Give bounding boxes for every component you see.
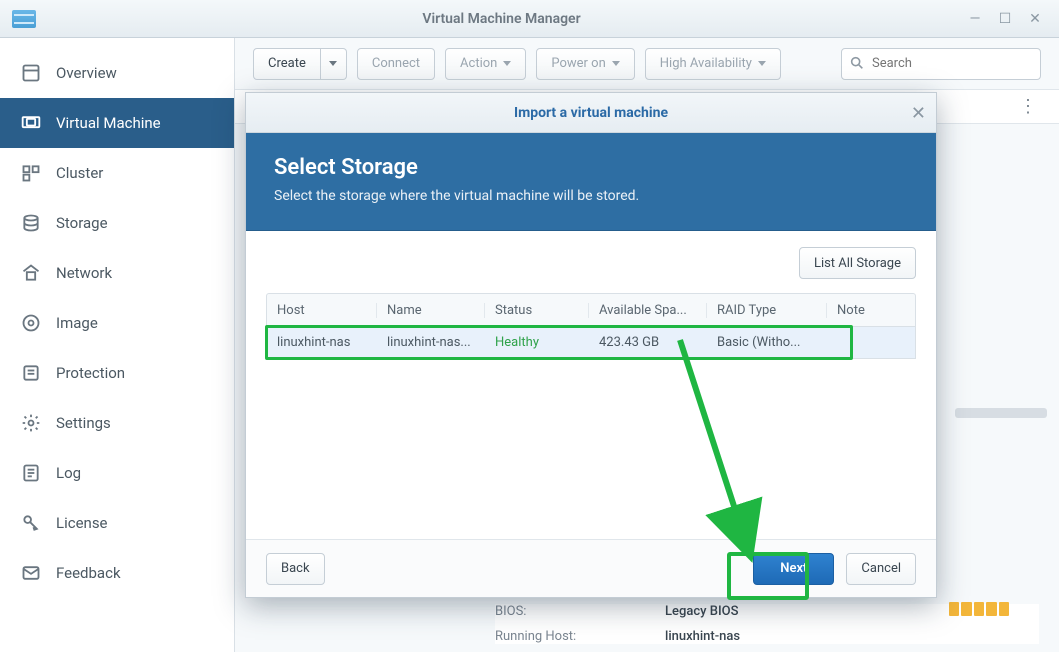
app-icon — [12, 10, 36, 28]
sidebar-item-label: Log — [56, 464, 81, 482]
create-dropdown-toggle[interactable] — [321, 48, 347, 80]
column-status[interactable]: Status — [485, 303, 589, 318]
chevron-down-icon — [612, 61, 620, 66]
modal-body: List All Storage Host Name Status Availa… — [246, 231, 936, 539]
vm-icon — [20, 112, 42, 134]
connect-button[interactable]: Connect — [357, 48, 435, 80]
next-button[interactable]: Next — [753, 553, 834, 585]
image-icon — [20, 312, 42, 334]
cell-raid: Basic (Witho... — [707, 335, 827, 350]
sidebar-item-protection[interactable]: Protection — [0, 348, 234, 398]
sidebar-item-feedback[interactable]: Feedback — [0, 548, 234, 598]
running-host-value: linuxhint-nas — [665, 629, 740, 644]
window-titlebar: Virtual Machine Manager — ☐ ✕ — [0, 0, 1059, 38]
action-label: Action — [460, 56, 497, 71]
cell-available: 423.43 GB — [589, 335, 707, 350]
log-icon — [20, 462, 42, 484]
storage-table-header: Host Name Status Available Spa... RAID T… — [266, 293, 916, 327]
cell-status: Healthy — [485, 335, 589, 350]
sidebar-item-overview[interactable]: Overview — [0, 48, 234, 98]
storage-icon — [20, 212, 42, 234]
create-button[interactable]: Create — [253, 48, 321, 80]
sidebar-item-label: Storage — [56, 214, 108, 232]
cancel-button[interactable]: Cancel — [846, 553, 916, 585]
bios-label: BIOS: — [495, 604, 665, 619]
high-availability-button[interactable]: High Availability — [645, 48, 781, 80]
back-button[interactable]: Back — [266, 553, 325, 585]
column-available[interactable]: Available Spa... — [589, 303, 707, 318]
sidebar-item-label: Cluster — [56, 164, 103, 182]
sidebar-item-settings[interactable]: Settings — [0, 398, 234, 448]
search-icon — [849, 55, 865, 75]
modal-banner: Select Storage Select the storage where … — [246, 133, 936, 231]
sidebar-item-image[interactable]: Image — [0, 298, 234, 348]
cluster-icon — [20, 162, 42, 184]
running-host-label: Running Host: — [495, 629, 665, 644]
create-button-group: Create — [253, 48, 347, 80]
network-icon — [20, 262, 42, 284]
sidebar-item-label: License — [56, 514, 108, 532]
import-vm-modal: Import a virtual machine ✕ Select Storag… — [245, 92, 937, 598]
sidebar-item-label: Overview — [56, 64, 117, 82]
close-icon[interactable]: ✕ — [911, 103, 926, 124]
detail-panel: BIOS: Legacy BIOS Running Host: linuxhin… — [495, 604, 1039, 644]
sidebar-item-label: Image — [56, 314, 98, 332]
protection-icon — [20, 362, 42, 384]
usage-bars-icon — [949, 602, 1009, 616]
ha-label: High Availability — [660, 56, 752, 71]
modal-title: Import a virtual machine — [514, 105, 668, 121]
action-button[interactable]: Action — [445, 48, 526, 80]
cell-host: linuxhint-nas — [267, 335, 377, 350]
sidebar-item-cluster[interactable]: Cluster — [0, 148, 234, 198]
cell-name: linuxhint-nas... — [377, 335, 485, 350]
sidebar-item-label: Protection — [56, 364, 125, 382]
window-title: Virtual Machine Manager — [422, 11, 580, 27]
modal-footer: Back Next Cancel — [246, 539, 936, 597]
list-all-storage-button[interactable]: List All Storage — [799, 247, 916, 279]
more-options-icon[interactable]: ⋮ — [1015, 96, 1041, 117]
sidebar-item-label: Network — [56, 264, 112, 282]
license-icon — [20, 512, 42, 534]
search-input[interactable] — [841, 48, 1041, 80]
chevron-down-icon — [503, 61, 511, 66]
sidebar-item-label: Feedback — [56, 564, 121, 582]
sidebar-item-label: Virtual Machine — [56, 114, 161, 132]
settings-icon — [20, 412, 42, 434]
chevron-down-icon — [329, 61, 337, 66]
maximize-icon[interactable]: ☐ — [997, 11, 1013, 27]
sidebar: Overview Virtual Machine Cluster Storage… — [0, 38, 235, 652]
minimize-icon[interactable]: — — [967, 11, 983, 27]
close-window-icon[interactable]: ✕ — [1027, 11, 1043, 27]
overview-icon — [20, 62, 42, 84]
sidebar-item-network[interactable]: Network — [0, 248, 234, 298]
column-name[interactable]: Name — [377, 303, 485, 318]
bios-value: Legacy BIOS — [665, 604, 738, 619]
power-on-label: Power on — [551, 56, 605, 71]
column-note[interactable]: Note — [827, 303, 915, 318]
storage-table-row[interactable]: linuxhint-nas linuxhint-nas... Healthy 4… — [266, 327, 916, 359]
sidebar-item-virtual-machine[interactable]: Virtual Machine — [0, 98, 234, 148]
feedback-icon — [20, 562, 42, 584]
column-host[interactable]: Host — [267, 303, 377, 318]
toolbar: Create Connect Action Power on High Avai… — [235, 38, 1059, 90]
sidebar-item-storage[interactable]: Storage — [0, 198, 234, 248]
column-raid[interactable]: RAID Type — [707, 303, 827, 318]
chevron-down-icon — [758, 61, 766, 66]
modal-titlebar: Import a virtual machine ✕ — [246, 93, 936, 133]
banner-title: Select Storage — [274, 155, 908, 180]
sidebar-item-log[interactable]: Log — [0, 448, 234, 498]
power-on-button[interactable]: Power on — [536, 48, 634, 80]
sidebar-item-label: Settings — [56, 414, 111, 432]
banner-subtitle: Select the storage where the virtual mac… — [274, 188, 908, 204]
sidebar-item-license[interactable]: License — [0, 498, 234, 548]
placeholder-bar — [955, 408, 1047, 418]
